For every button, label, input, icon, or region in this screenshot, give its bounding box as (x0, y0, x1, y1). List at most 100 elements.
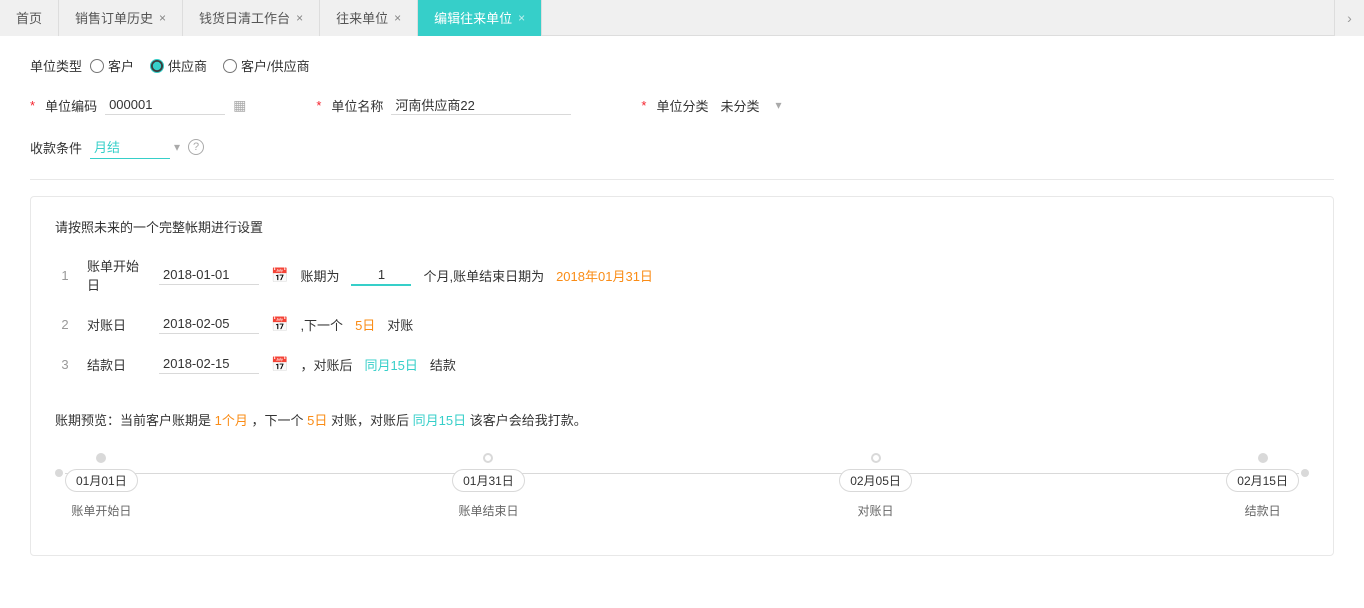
tab-scroll-arrow[interactable]: › (1334, 0, 1364, 36)
row-1-highlight: 2018年01月31日 (556, 266, 653, 285)
tab-sales-history-label: 销售订单历史 (75, 8, 153, 27)
row-2-suffix: 对账 (387, 315, 413, 334)
radio-both-label: 客户/供应商 (241, 56, 310, 75)
row-2-highlight: 5日 (355, 315, 375, 334)
tab-cash-ledger-label: 钱货日清工作台 (199, 8, 290, 27)
panel-hint: 请按照未来的一个完整帐期进行设置 (55, 217, 1309, 236)
radio-customer-label: 客户 (108, 56, 134, 75)
unit-category-label: 单位分类 (656, 96, 708, 115)
row-label-2: 对账日 (87, 315, 147, 334)
payment-terms-value[interactable]: 月结 (90, 135, 170, 159)
radio-supplier-label: 供应商 (168, 56, 207, 75)
timeline-points: 01月01日 账单开始日 01月31日 账单结束日 02月05日 对账日 (65, 453, 1299, 519)
unit-name-field: * 单位名称 (316, 95, 571, 115)
tab-partners-label: 往来单位 (336, 8, 388, 27)
setting-row-2: 2 对账日 📅 ,下一个 5日 对账 (55, 314, 1309, 334)
timeline-point-0: 01月01日 账单开始日 (65, 453, 138, 519)
tab-edit-partner[interactable]: 编辑往来单位 × (418, 0, 542, 36)
unit-code-required: * (30, 98, 35, 113)
tab-cash-ledger[interactable]: 钱货日清工作台 × (183, 0, 320, 36)
timeline-badge-1: 01月31日 (452, 469, 525, 492)
payment-terms-label: 收款条件 (30, 138, 82, 157)
radio-supplier-input[interactable] (150, 59, 164, 73)
settings-panel: 请按照未来的一个完整帐期进行设置 1 账单开始日 📅 账期为 个月,账单结束日期… (30, 196, 1334, 556)
unit-category-required: * (641, 98, 646, 113)
tab-cash-ledger-close[interactable]: × (296, 11, 303, 25)
unit-category-field: * 单位分类 未分类 ▾ (641, 96, 781, 115)
timeline-circle-1 (483, 453, 493, 463)
row-label-3: 结款日 (87, 355, 147, 374)
timeline-badge-3: 02月15日 (1226, 469, 1299, 492)
tab-edit-partner-label: 编辑往来单位 (434, 8, 512, 27)
payment-terms-arrow-icon[interactable]: ▾ (174, 140, 180, 154)
preview-part3: 对账，对账后 (331, 413, 409, 428)
timeline-dot-left (55, 469, 63, 477)
preview-part3-highlight: 同月15日 (413, 413, 466, 428)
tab-edit-partner-close[interactable]: × (518, 11, 525, 25)
timeline-label-0: 账单开始日 (71, 502, 131, 519)
setting-row-1: 1 账单开始日 📅 账期为 个月,账单结束日期为 2018年01月31日 (55, 256, 1309, 294)
radio-customer[interactable]: 客户 (90, 56, 134, 75)
timeline-label-1: 账单结束日 (458, 502, 518, 519)
reconcile-date-input[interactable] (159, 314, 259, 334)
unit-name-input[interactable] (391, 95, 571, 115)
radio-both[interactable]: 客户/供应商 (223, 56, 310, 75)
radio-both-input[interactable] (223, 59, 237, 73)
radio-supplier[interactable]: 供应商 (150, 56, 207, 75)
payment-terms-row: 收款条件 月结 ▾ ? (30, 135, 1334, 159)
payment-date-calendar-icon[interactable]: 📅 (271, 356, 288, 373)
unit-name-label: 单位名称 (331, 96, 383, 115)
unit-code-input[interactable] (105, 95, 225, 115)
timeline-dot-right (1301, 469, 1309, 477)
timeline-circle-0 (96, 453, 106, 463)
preview-part2-highlight: 5日 (307, 413, 327, 428)
timeline-point-2: 02月05日 对账日 (839, 453, 912, 519)
preview-label: 账期预览：当前客户账期是 (55, 413, 211, 428)
preview-part1: 1个月 (215, 413, 248, 428)
row-3-highlight: 同月15日 (364, 355, 417, 374)
tab-home[interactable]: 首页 (0, 0, 59, 36)
row-1-mid-text: 账期为 (300, 266, 339, 285)
unit-category-value: 未分类 (720, 96, 759, 115)
preview-section: 账期预览：当前客户账期是 1个月 ，下一个 5日 对账，对账后 同月15日 该客… (55, 394, 1309, 535)
timeline-point-3: 02月15日 结款日 (1226, 453, 1299, 519)
unit-name-required: * (316, 98, 321, 113)
unit-type-row: 单位类型 客户 供应商 客户/供应商 (30, 56, 1334, 75)
unit-code-field: * 单位编码 ▦ (30, 95, 246, 115)
tab-bar: 首页 销售订单历史 × 钱货日清工作台 × 往来单位 × 编辑往来单位 × › (0, 0, 1364, 36)
timeline-circle-2 (871, 453, 881, 463)
start-date-input[interactable] (159, 265, 259, 285)
unit-code-icon[interactable]: ▦ (233, 97, 246, 114)
tab-partners-close[interactable]: × (394, 11, 401, 25)
unit-category-dropdown-icon[interactable]: ▾ (775, 98, 781, 112)
setting-row-3: 3 结款日 📅 ，对账后 同月15日 结款 (55, 354, 1309, 374)
start-date-calendar-icon[interactable]: 📅 (271, 267, 288, 284)
unit-type-field: 单位类型 客户 供应商 客户/供应商 (30, 56, 310, 75)
tab-sales-history-close[interactable]: × (159, 11, 166, 25)
reconcile-date-calendar-icon[interactable]: 📅 (271, 316, 288, 333)
row-num-2: 2 (55, 317, 75, 332)
main-content: 单位类型 客户 供应商 客户/供应商 * 单位编码 (0, 36, 1364, 608)
radio-group-unit-type: 客户 供应商 客户/供应商 (90, 56, 310, 75)
timeline-circle-3 (1258, 453, 1268, 463)
payment-terms-help-icon[interactable]: ? (188, 139, 204, 155)
payment-terms-select[interactable]: 月结 ▾ (90, 135, 180, 159)
radio-customer-input[interactable] (90, 59, 104, 73)
timeline-point-1: 01月31日 账单结束日 (452, 453, 525, 519)
timeline-label-3: 结款日 (1245, 502, 1281, 519)
unit-info-row: * 单位编码 ▦ * 单位名称 * 单位分类 未分类 ▾ (30, 95, 1334, 115)
tab-sales-history[interactable]: 销售订单历史 × (59, 0, 183, 36)
tab-home-label: 首页 (16, 8, 42, 27)
tab-partners[interactable]: 往来单位 × (320, 0, 418, 36)
row-label-1: 账单开始日 (87, 256, 147, 294)
timeline: 01月01日 账单开始日 01月31日 账单结束日 02月05日 对账日 (55, 453, 1309, 519)
row-num-3: 3 (55, 357, 75, 372)
row-3-suffix: 结款 (430, 355, 456, 374)
row-1-suffix: 个月,账单结束日期为 (423, 266, 544, 285)
chevron-right-icon: › (1347, 10, 1352, 26)
payment-date-input[interactable] (159, 354, 259, 374)
row-num-1: 1 (55, 268, 75, 283)
timeline-badge-2: 02月05日 (839, 469, 912, 492)
payment-terms-field: 收款条件 月结 ▾ ? (30, 135, 204, 159)
period-input[interactable] (351, 265, 411, 286)
